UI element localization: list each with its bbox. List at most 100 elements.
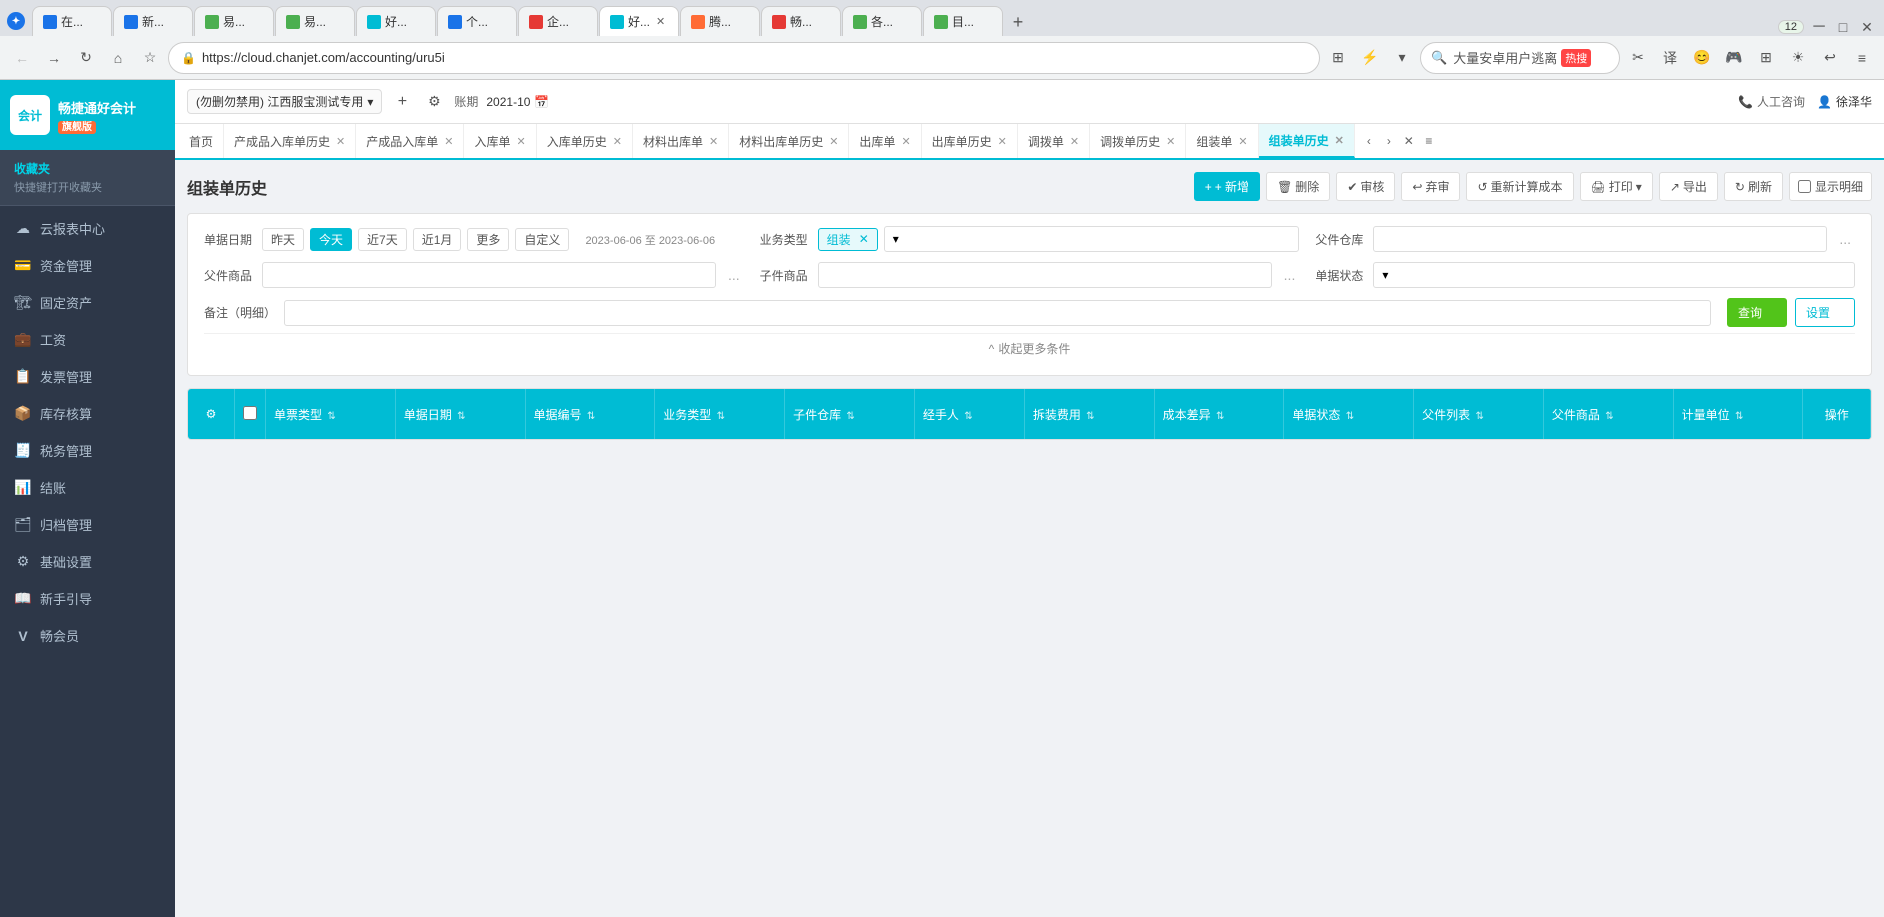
new-tab-button[interactable]: + (1004, 8, 1032, 36)
recalc-button[interactable]: ↺ 重新计算成本 (1466, 172, 1573, 201)
browser-tab-12[interactable]: 目... (923, 6, 1003, 36)
col-business-type[interactable]: 业务类型 ⇅ (655, 389, 785, 439)
order-status-dropdown[interactable]: ▾ (1373, 262, 1855, 288)
display-checkbox[interactable] (1798, 180, 1811, 193)
new-button[interactable]: + + 新增 (1194, 172, 1260, 201)
parent-goods-more-icon[interactable]: ... (724, 267, 744, 283)
browser-tab-7[interactable]: 企... (518, 6, 598, 36)
browser-tab-9[interactable]: 腾... (680, 6, 760, 36)
tab-transfer[interactable]: 调拨单 ✕ (1018, 124, 1090, 158)
browser-tab-4[interactable]: 易... (275, 6, 355, 36)
remove-tag-button[interactable]: ✕ (859, 232, 869, 246)
col-handler[interactable]: 经手人 ⇅ (914, 389, 1024, 439)
search-bar[interactable]: 🔍 大量安卓用户逃离 热搜 (1420, 42, 1620, 74)
tab-close-assembly[interactable]: ✕ (1238, 135, 1247, 148)
brightness-button[interactable]: ☀ (1784, 44, 1812, 72)
settings-header-button[interactable]: ⚙ (422, 90, 446, 114)
select-all-checkbox[interactable] (243, 406, 257, 420)
audit-button[interactable]: ✔ 审核 (1336, 172, 1395, 201)
settings-query-button[interactable]: 设置 (1795, 298, 1855, 327)
sidebar-item-invoice[interactable]: 📋 发票管理 (0, 358, 175, 395)
browser-tab-3[interactable]: 易... (194, 6, 274, 36)
tab-out-order[interactable]: 出库单 ✕ (849, 124, 921, 158)
sidebar-item-tax[interactable]: 🧾 税务管理 (0, 432, 175, 469)
tab-in-history[interactable]: 入库单历史 ✕ (537, 124, 633, 158)
sidebar-item-fixed-assets[interactable]: 🏗 固定资产 (0, 284, 175, 321)
customer-service-button[interactable]: 📞 人工咨询 (1738, 93, 1805, 110)
forward-button[interactable]: → (40, 44, 68, 72)
tab-close-transfer-hist[interactable]: ✕ (1166, 135, 1175, 148)
tab-close-all[interactable]: ✕ (1399, 131, 1419, 151)
col-order-no[interactable]: 单据编号 ⇅ (525, 389, 655, 439)
tab-close-assembly-hist[interactable]: ✕ (1335, 134, 1344, 147)
tab-in-order[interactable]: 入库单 ✕ (464, 124, 536, 158)
tab-close-in-order[interactable]: ✕ (517, 135, 526, 148)
menu-button[interactable]: ≡ (1848, 44, 1876, 72)
game-button[interactable]: 🎮 (1720, 44, 1748, 72)
home-button[interactable]: ⌂ (104, 44, 132, 72)
undo-button[interactable]: ↩ (1816, 44, 1844, 72)
browser-tab-1[interactable]: 在... (32, 6, 112, 36)
bookmark-button[interactable]: ☆ (136, 44, 164, 72)
col-child-warehouse[interactable]: 子件仓库 ⇅ (785, 389, 915, 439)
col-unit[interactable]: 计量单位 ⇅ (1673, 389, 1803, 439)
col-settings[interactable]: ⚙ (188, 389, 235, 439)
col-order-status[interactable]: 单据状态 ⇅ (1284, 389, 1414, 439)
browser-tab-5[interactable]: 好... (356, 6, 436, 36)
sidebar-item-guide[interactable]: 📖 新手引导 (0, 580, 175, 617)
tab-production-in-history[interactable]: 产成品入库单历史 ✕ (224, 124, 356, 158)
child-goods-input[interactable] (818, 262, 1272, 288)
tab-close-in-history[interactable]: ✕ (613, 135, 622, 148)
parent-goods-input[interactable] (262, 262, 716, 288)
custom-btn[interactable]: 自定义 (515, 228, 569, 251)
tab-close-out-history[interactable]: ✕ (998, 135, 1007, 148)
tab-close-prod-in[interactable]: ✕ (444, 135, 453, 148)
tab-material-out-history[interactable]: 材料出库单历史 ✕ (729, 124, 849, 158)
collapse-bar[interactable]: ^ 收起更多条件 (204, 333, 1855, 363)
tab-close-prod-in-hist[interactable]: ✕ (336, 135, 345, 148)
browser-tab-10[interactable]: 畅... (761, 6, 841, 36)
yesterday-btn[interactable]: 昨天 (262, 228, 304, 251)
lightning-button[interactable]: ⚡ (1356, 44, 1384, 72)
tab-close-out-order[interactable]: ✕ (901, 135, 910, 148)
col-settings-icon[interactable]: ⚙ (196, 399, 226, 429)
user-info[interactable]: 👤 徐泽华 (1817, 93, 1872, 110)
sidebar-item-archive[interactable]: 🗂 归档管理 (0, 506, 175, 543)
browser-tab-close-8[interactable]: ✕ (656, 15, 665, 28)
sidebar-item-close-account[interactable]: 📊 结账 (0, 469, 175, 506)
browser-tab-11[interactable]: 各... (842, 6, 922, 36)
col-order-type[interactable]: 单票类型 ⇅ (266, 389, 396, 439)
abandon-button[interactable]: ↩ 弃审 (1401, 172, 1460, 201)
sidebar-item-settings[interactable]: ⚙ 基础设置 (0, 543, 175, 580)
tab-close-material-out[interactable]: ✕ (709, 135, 718, 148)
sidebar-item-finance[interactable]: 💳 资金管理 (0, 247, 175, 284)
export-button[interactable]: ↗ 导出 (1659, 172, 1718, 201)
tab-home[interactable]: 首页 (179, 124, 224, 158)
business-type-dropdown[interactable]: ▾ (884, 226, 1300, 252)
sidebar-item-cloud-reports[interactable]: ☁ 云报表中心 (0, 210, 175, 247)
tab-assembly-history[interactable]: 组装单历史 ✕ (1259, 124, 1355, 158)
company-selector[interactable]: (勿删勿禁用) 江西服宝测试专用 ▾ (187, 89, 382, 114)
more-btn[interactable]: 更多 (467, 228, 509, 251)
col-order-date[interactable]: 单据日期 ⇅ (395, 389, 525, 439)
sidebar-item-inventory[interactable]: 📦 库存核算 (0, 395, 175, 432)
tab-assembly[interactable]: 组装单 ✕ (1186, 124, 1258, 158)
browser-maximize-button[interactable]: □ (1834, 18, 1852, 36)
tab-close-mat-out-hist[interactable]: ✕ (829, 135, 838, 148)
browser-minimize-button[interactable]: ─ (1810, 18, 1828, 36)
tab-scroll-right[interactable]: › (1379, 131, 1399, 151)
emoji-button[interactable]: 😊 (1688, 44, 1716, 72)
browser-close-button[interactable]: ✕ (1858, 18, 1876, 36)
browser-tab-6[interactable]: 个... (437, 6, 517, 36)
qr-button[interactable]: ⊞ (1324, 44, 1352, 72)
delete-button[interactable]: 🗑 删除 (1266, 172, 1330, 201)
browser-tab-2[interactable]: 新... (113, 6, 193, 36)
col-disassemble-fee[interactable]: 拆装费用 ⇅ (1024, 389, 1154, 439)
today-btn[interactable]: 今天 (310, 228, 352, 251)
tab-close-transfer[interactable]: ✕ (1070, 135, 1079, 148)
tab-scroll-left[interactable]: ‹ (1359, 131, 1379, 151)
parent-warehouse-input[interactable] (1373, 226, 1827, 252)
display-toggle[interactable]: 显示明细 (1789, 172, 1872, 201)
browser-tab-8[interactable]: 好... ✕ (599, 6, 679, 36)
scissors-button[interactable]: ✂ (1624, 44, 1652, 72)
